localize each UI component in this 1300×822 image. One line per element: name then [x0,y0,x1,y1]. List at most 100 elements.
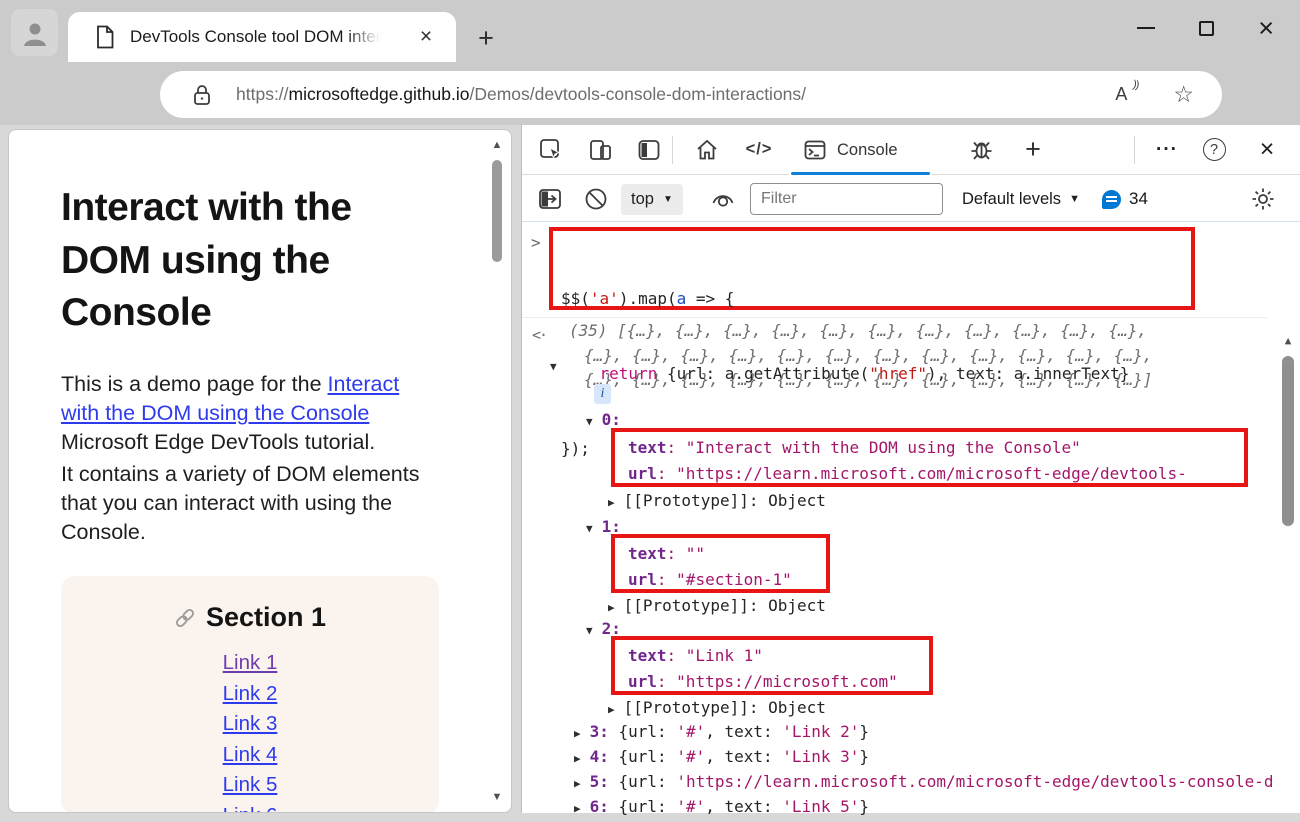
devtools-close-button[interactable]: × [1250,133,1284,167]
section-link[interactable]: Link 2 [61,682,439,706]
property-key: url [628,570,657,589]
new-tab-button[interactable]: + [470,22,502,54]
section-links-list: Link 1 Link 2 Link 3 Link 4 Link 5 Link 6 [61,651,439,813]
scroll-thumb[interactable] [1282,356,1294,526]
url-scheme: https:// [236,84,289,104]
scroll-thumb[interactable] [492,160,502,262]
browser-titlebar: DevTools Console tool DOM inter × + × [0,0,1300,62]
code-token: '#' [676,797,705,816]
read-aloud-button[interactable]: A)) [1115,84,1137,105]
inspect-tool-button[interactable] [534,133,568,167]
maximize-button[interactable] [1199,21,1214,36]
favorite-star-button[interactable]: ☆ [1173,81,1194,108]
url-bar[interactable]: https://microsoftedge.github.io/Demos/de… [160,71,1222,118]
tree-item-4[interactable]: ▶4: {url: '#', text: 'Link 3'} [574,747,869,766]
help-button[interactable]: ? [1197,133,1231,167]
section-link[interactable]: Link 4 [61,743,439,767]
code-token: '#' [676,747,705,766]
scroll-up-arrow[interactable]: ▲ [1285,334,1292,347]
code-token: '#' [676,722,705,741]
property-value: : "Interact with the DOM using the Conso… [667,438,1081,457]
toolbar-separator [672,136,673,164]
devtools-menu-button[interactable]: ··· [1150,133,1184,167]
tree-item-0[interactable]: ▼0: [586,410,621,429]
profile-avatar[interactable] [11,9,58,56]
filter-input[interactable] [750,183,943,215]
sources-tab-button[interactable]: </> [742,133,776,167]
chevron-down-icon: ▼ [663,194,673,205]
expander-closed-icon[interactable]: ▶ [608,703,615,716]
console-tab[interactable]: Console [789,125,932,175]
code-token: } [859,797,869,816]
welcome-tab-button[interactable] [690,133,724,167]
array-index: 4: [590,747,609,766]
section-link[interactable]: Link 5 [61,773,439,797]
issues-count-value: 34 [1129,189,1148,209]
expander-closed-icon[interactable]: ▶ [608,601,615,614]
expander-open-icon[interactable]: ▼ [586,415,593,428]
lock-icon[interactable] [192,83,212,107]
scroll-down-arrow[interactable]: ▼ [492,791,503,803]
tree-item-6[interactable]: ▶6: {url: '#', text: 'Link 5'} [574,797,869,816]
tab-title-fade [346,24,394,52]
tree-item-3[interactable]: ▶ 3: {url: '#', text: 'Link 2'} [574,722,869,741]
debugger-bug-button[interactable] [964,133,998,167]
property-key: text [628,438,667,457]
device-emulation-button[interactable] [583,133,617,167]
window-controls: × [1137,0,1292,56]
console-sidebar-button[interactable] [534,183,566,215]
section-link[interactable]: Link 3 [61,712,439,736]
section-link[interactable]: Link 1 [61,651,439,675]
property-key: text [628,646,667,665]
issues-counter[interactable]: 34 [1102,176,1148,222]
expander-open-icon[interactable]: ▼ [586,522,593,535]
devtools-main-toolbar: </> Console + ··· ? × [522,125,1300,175]
console-settings-gear[interactable] [1247,183,1279,215]
expander-closed-icon[interactable]: ▶ [608,496,615,509]
log-levels-dropdown[interactable]: Default levels ▼ [962,176,1080,222]
object-preview: {url: '#', text: 'Link 2'} [609,722,869,741]
code-token: 'Link 2' [782,722,859,741]
code-token: } [859,722,869,741]
expander-closed-icon[interactable]: ▶ [574,777,581,790]
browser-tab[interactable]: DevTools Console tool DOM inter × [68,12,456,62]
code-token: {url: [609,772,676,791]
console-scrollbar[interactable]: ▲ ▼ [1276,328,1300,822]
code-token: {url: [609,797,676,816]
console-toolbar: top ▼ Default levels ▼ 34 [522,176,1300,222]
more-tools-add-button[interactable]: + [1016,133,1050,167]
url-text: https://microsoftedge.github.io/Demos/de… [236,84,1115,105]
code-token: } [859,747,869,766]
object-preview: {url: 'https://learn.microsoft.com/micro… [609,772,1274,791]
paragraph-text: Microsoft Edge DevTools tutorial. [61,430,375,454]
property-value: : "Link 1" [667,646,763,665]
context-selector[interactable]: top ▼ [621,184,683,215]
prototype-row[interactable]: ▶[[Prototype]]: Object [608,596,826,615]
prototype-row[interactable]: ▶ [[Prototype]]: Object [608,698,826,717]
prototype-text: [[Prototype]]: Object [624,698,826,717]
expander-open-icon[interactable]: ▼ [586,624,593,637]
log-levels-label: Default levels [962,190,1061,209]
live-expression-eye-button[interactable] [707,183,739,215]
tab-close-button[interactable]: × [412,23,440,51]
help-question-icon: ? [1203,138,1226,161]
window-close-button[interactable]: × [1258,15,1274,42]
property-value: : "" [667,544,706,563]
section-link[interactable]: Link 6 [61,804,439,814]
prototype-row[interactable]: ▶[[Prototype]]: Object [608,491,826,510]
page-icon [94,25,116,49]
code-token: 'Link 3' [782,747,859,766]
tree-item-5[interactable]: ▶5: {url: 'https://learn.microsoft.com/m… [574,772,1274,791]
expander-closed-icon[interactable]: ▶ [574,752,581,765]
array-index: 3: [590,722,609,741]
url-path: /Demos/devtools-console-dom-interactions… [469,84,806,104]
active-tab-underline [791,172,930,175]
page-scrollbar[interactable]: ▲ ▼ [485,132,509,812]
scroll-up-arrow[interactable]: ▲ [492,139,503,151]
minimize-button[interactable] [1137,27,1155,29]
expander-closed-icon[interactable]: ▶ [574,802,581,815]
activity-bar-layout-button[interactable] [632,133,666,167]
clear-console-button[interactable] [580,183,612,215]
expander-closed-icon[interactable]: ▶ [574,727,581,740]
console-tab-label: Console [837,141,898,160]
